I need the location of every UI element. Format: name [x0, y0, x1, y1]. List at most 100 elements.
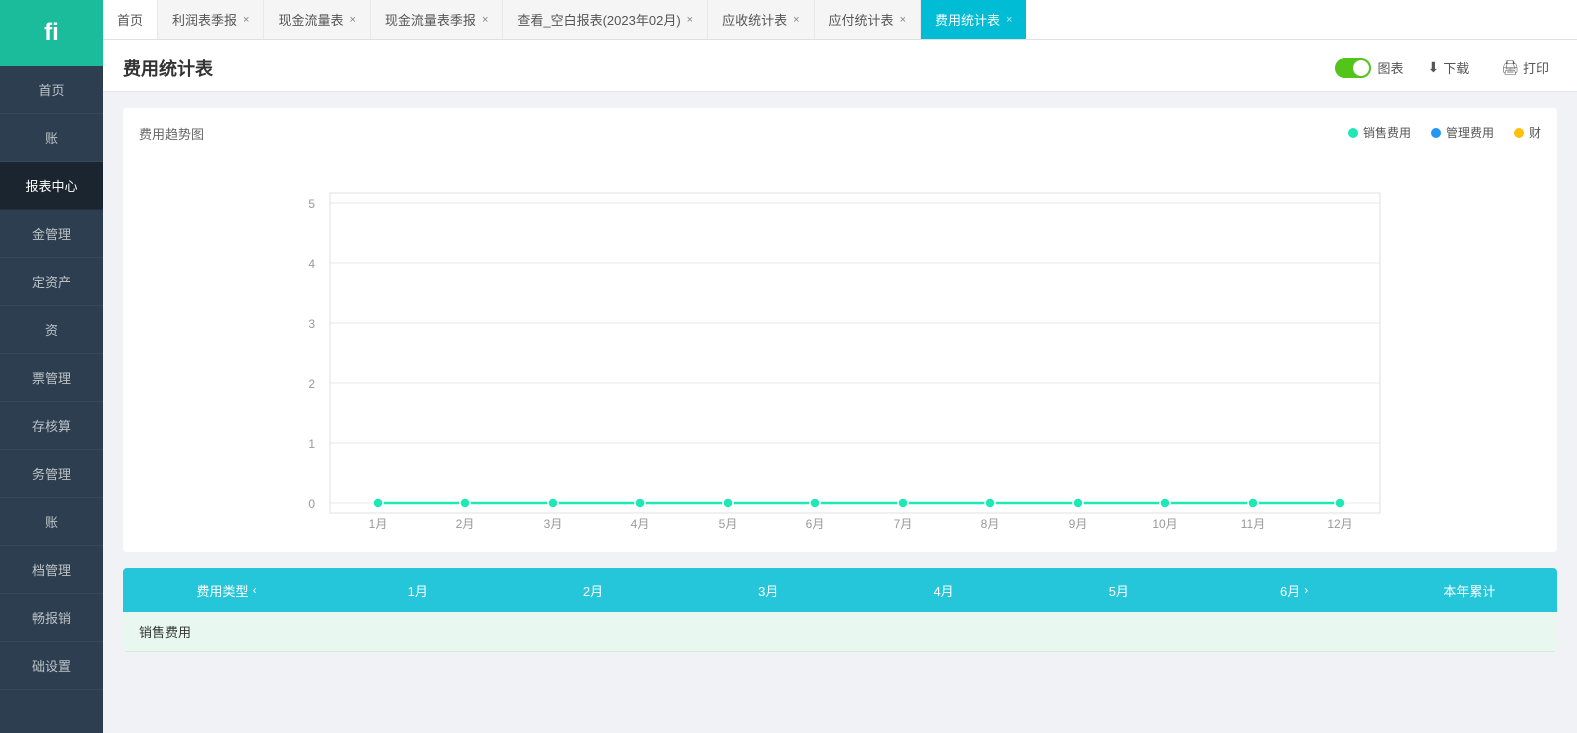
legend-finance: 财: [1514, 124, 1541, 141]
tab-profit-quarterly[interactable]: 利润表季报 ×: [158, 0, 264, 39]
tab-close-icon[interactable]: ×: [900, 14, 906, 26]
tab-receivable[interactable]: 应收统计表 ×: [708, 0, 814, 39]
legend-admin: 管理费用: [1431, 124, 1494, 141]
sidebar-item-service[interactable]: 务管理: [0, 450, 103, 498]
th-next-arrow[interactable]: ›: [1304, 583, 1308, 597]
legend-dot-admin: [1431, 128, 1441, 138]
download-label: 下载: [1443, 58, 1469, 77]
td-expense-type: 销售费用: [123, 622, 330, 641]
page-title: 费用统计表: [123, 55, 213, 81]
th-month-1: 1月: [330, 581, 505, 600]
trend-chart-svg: 5 4 3 2 1 0 1月 2月: [139, 153, 1541, 533]
tab-blank-report[interactable]: 查看_空白报表(2023年02月) ×: [503, 0, 708, 39]
svg-text:2: 2: [308, 377, 315, 391]
sidebar-item-expense[interactable]: 畅报销: [0, 594, 103, 642]
tab-label: 现金流量表季报: [385, 10, 476, 29]
svg-text:1月: 1月: [369, 517, 388, 531]
svg-text:1: 1: [308, 437, 315, 451]
svg-text:2月: 2月: [456, 517, 475, 531]
tab-close-icon[interactable]: ×: [793, 14, 799, 26]
header-actions: 图表 ⬇ 下载 🖨 打印: [1335, 54, 1557, 81]
tab-close-icon[interactable]: ×: [1006, 14, 1012, 26]
sidebar-item-home[interactable]: 首页: [0, 66, 103, 114]
svg-text:9月: 9月: [1069, 517, 1088, 531]
th-yearly-total: 本年累计: [1382, 581, 1557, 600]
sidebar-item-account[interactable]: 账: [0, 498, 103, 546]
sidebar-item-archive[interactable]: 档管理: [0, 546, 103, 594]
tab-expense-stats[interactable]: 费用统计表 ×: [921, 0, 1026, 39]
svg-text:11月: 11月: [1241, 517, 1265, 531]
tab-payable[interactable]: 应付统计表 ×: [815, 0, 921, 39]
tab-label: 费用统计表: [935, 10, 1000, 29]
chart-area: 5 4 3 2 1 0 1月 2月: [139, 153, 1541, 536]
legend-dot-sales: [1348, 128, 1358, 138]
sidebar-item-reports[interactable]: 报表中心: [0, 162, 103, 210]
chart-title: 费用趋势图: [139, 124, 1541, 143]
tab-label: 利润表季报: [172, 10, 237, 29]
tab-label: 查看_空白报表(2023年02月): [517, 10, 680, 29]
tab-cashflow[interactable]: 现金流量表 ×: [264, 0, 370, 39]
svg-text:3月: 3月: [544, 517, 563, 531]
tab-label: 现金流量表: [278, 10, 343, 29]
sidebar-item-invoice[interactable]: 票管理: [0, 354, 103, 402]
legend-sales: 销售费用: [1348, 124, 1411, 141]
svg-text:4: 4: [308, 257, 315, 271]
sidebar-item-assets[interactable]: 定资产: [0, 258, 103, 306]
th-prev-arrow[interactable]: ‹: [253, 583, 257, 597]
tab-close-icon[interactable]: ×: [687, 14, 693, 26]
tab-close-icon[interactable]: ×: [482, 14, 488, 26]
sidebar-item-inventory[interactable]: 存核算: [0, 402, 103, 450]
svg-text:10月: 10月: [1152, 517, 1177, 531]
svg-text:0: 0: [308, 497, 315, 511]
download-icon: ⬇: [1427, 59, 1439, 76]
tab-close-icon[interactable]: ×: [349, 14, 355, 26]
th-month-3: 3月: [681, 581, 856, 600]
tab-home[interactable]: 首页: [103, 0, 158, 39]
legend-label-finance: 财: [1529, 124, 1541, 141]
th-expense-type: 费用类型 ‹: [123, 581, 330, 600]
tab-bar: 首页 利润表季报 × 现金流量表 × 现金流量表季报 × 查看_空白报表(202…: [103, 0, 1577, 40]
sidebar-item-cash[interactable]: 金管理: [0, 210, 103, 258]
chart-toggle-wrap: 图表: [1335, 58, 1403, 78]
content-area: 费用趋势图 销售费用 管理费用 财: [103, 92, 1577, 733]
table-header: 费用类型 ‹ 1月 2月 3月 4月 5月 6月 › 本年累计: [123, 568, 1557, 612]
svg-text:8月: 8月: [981, 517, 1000, 531]
chart-container: 费用趋势图 销售费用 管理费用 财: [123, 108, 1557, 552]
sidebar-item-ledger[interactable]: 账: [0, 114, 103, 162]
main-content: 首页 利润表季报 × 现金流量表 × 现金流量表季报 × 查看_空白报表(202…: [103, 0, 1577, 733]
tab-label: 应付统计表: [829, 10, 894, 29]
print-button[interactable]: 🖨 打印: [1493, 54, 1557, 81]
toggle-label: 图表: [1377, 58, 1403, 77]
table-row: 销售费用: [123, 612, 1557, 652]
th-month-2: 2月: [505, 581, 680, 600]
sidebar-item-settings[interactable]: 础设置: [0, 642, 103, 690]
tab-label: 应收统计表: [722, 10, 787, 29]
expense-table: 费用类型 ‹ 1月 2月 3月 4月 5月 6月 › 本年累计 销售费用: [123, 568, 1557, 652]
tab-cashflow-quarterly[interactable]: 现金流量表季报 ×: [371, 0, 503, 39]
page-header: 费用统计表 图表 ⬇ 下载 🖨 打印: [103, 40, 1577, 92]
sidebar: fi 首页 账 报表中心 金管理 定资产 资 票管理 存核算 务管理 账 档管理…: [0, 0, 103, 733]
svg-text:7月: 7月: [894, 517, 913, 531]
th-month-5: 5月: [1031, 581, 1206, 600]
svg-text:12月: 12月: [1327, 517, 1352, 531]
print-label: 打印: [1523, 58, 1549, 77]
legend-dot-finance: [1514, 128, 1524, 138]
svg-text:3: 3: [308, 317, 315, 331]
sidebar-item-capital[interactable]: 资: [0, 306, 103, 354]
legend-label-admin: 管理费用: [1446, 124, 1494, 141]
sidebar-logo: fi: [0, 0, 103, 66]
svg-text:4月: 4月: [631, 517, 650, 531]
svg-text:6月: 6月: [806, 517, 825, 531]
tab-close-icon[interactable]: ×: [243, 14, 249, 26]
legend-label-sales: 销售费用: [1363, 124, 1411, 141]
th-month-6: 6月 ›: [1206, 581, 1381, 600]
svg-text:5: 5: [308, 197, 315, 211]
th-label: 费用类型: [197, 581, 249, 600]
print-icon: 🖨: [1501, 59, 1519, 76]
download-button[interactable]: ⬇ 下载: [1419, 54, 1477, 81]
chart-toggle[interactable]: [1335, 58, 1371, 78]
chart-legend: 销售费用 管理费用 财: [1348, 124, 1541, 141]
th-month-4: 4月: [856, 581, 1031, 600]
th-month-6-label: 6月: [1280, 581, 1300, 600]
svg-text:5月: 5月: [719, 517, 738, 531]
